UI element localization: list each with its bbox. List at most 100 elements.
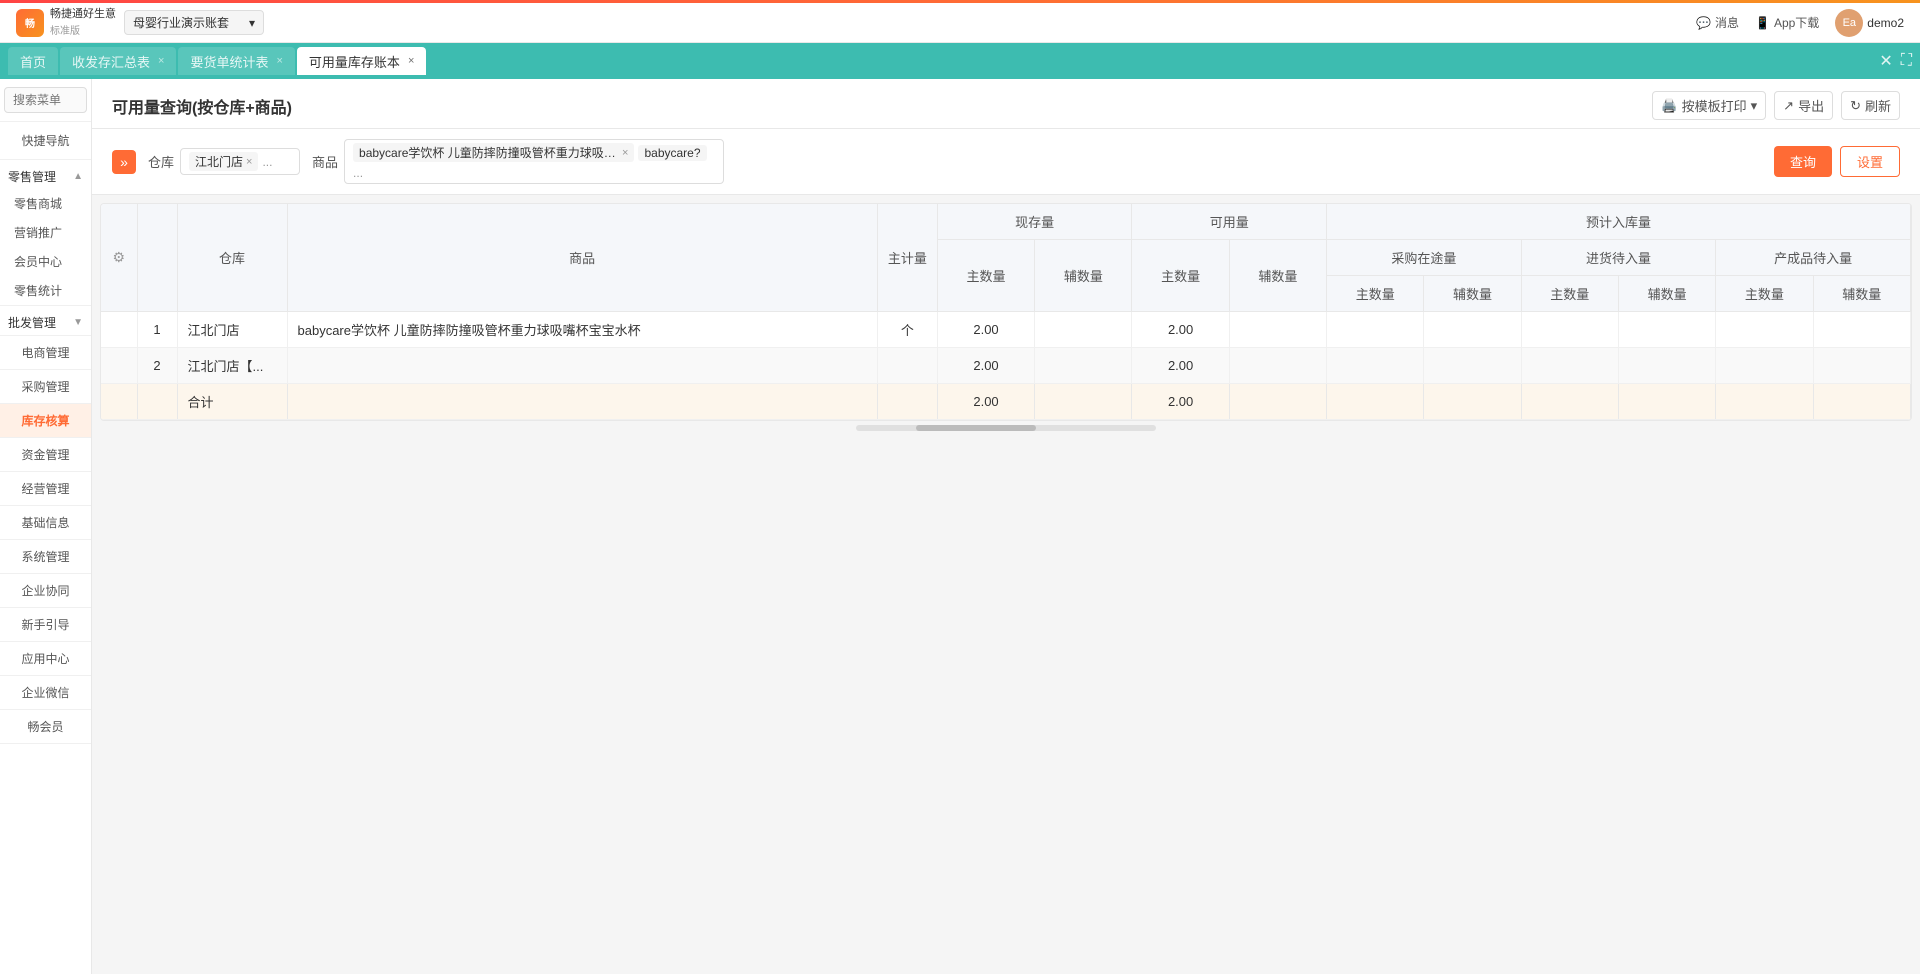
warehouse-tag-close[interactable]: × bbox=[246, 156, 252, 168]
cell-stock-main-1: 2.00 bbox=[937, 312, 1034, 348]
filter-expand-btn[interactable]: » bbox=[112, 150, 136, 174]
sidebar-item-operations[interactable]: 经营管理 bbox=[0, 472, 91, 506]
app-download-action[interactable]: 📱 App下载 bbox=[1755, 14, 1819, 31]
page-header: 可用量查询(按仓库+商品) 🖨️ 按模板打印 ▾ ↗ 导出 ↻ 刷新 bbox=[92, 79, 1920, 129]
footer-pt-main bbox=[1327, 384, 1424, 420]
logo-sub: 标准版 bbox=[50, 22, 116, 37]
user-name: demo2 bbox=[1867, 16, 1904, 30]
sidebar-item-retail-stats[interactable]: 零售统计 bbox=[0, 276, 91, 305]
sidebar-item-vip-member[interactable]: 畅会员 bbox=[0, 710, 91, 744]
footer-stock-main: 2.00 bbox=[937, 384, 1034, 420]
cell-avail-main-1: 2.00 bbox=[1132, 312, 1229, 348]
cell-prod-main-2 bbox=[1716, 348, 1813, 384]
cell-pp-aux-2 bbox=[1618, 348, 1715, 384]
column-settings-icon[interactable]: ⚙ bbox=[112, 249, 125, 265]
chevron-up-icon: ▲ bbox=[73, 171, 83, 182]
logo-text: 畅捷通好生意 bbox=[50, 8, 116, 21]
th-prod-aux: 辅数量 bbox=[1813, 276, 1910, 312]
footer-avail-main: 2.00 bbox=[1132, 384, 1229, 420]
cell-unit-1: 个 bbox=[877, 312, 937, 348]
warehouse-filter-group: 仓库 江北门店 × ... bbox=[148, 148, 300, 175]
message-action[interactable]: 💬 消息 bbox=[1696, 14, 1739, 31]
sidebar-item-system-mgmt[interactable]: 系统管理 bbox=[0, 540, 91, 574]
export-icon: ↗ bbox=[1783, 98, 1794, 114]
sidebar-item-purchase[interactable]: 采购管理 bbox=[0, 370, 91, 404]
cell-pp-main-2 bbox=[1521, 348, 1618, 384]
th-current-stock: 现存量 bbox=[937, 204, 1132, 240]
cell-warehouse-1: 江北门店 bbox=[177, 312, 287, 348]
expand-window-icon[interactable]: ⛶ bbox=[1901, 52, 1912, 70]
warehouse-input[interactable]: 江北门店 × ... bbox=[180, 148, 300, 175]
warehouse-dots[interactable]: ... bbox=[262, 155, 272, 169]
th-purchase-in-transit: 采购在途量 bbox=[1327, 240, 1522, 276]
sidebar-item-inventory-check[interactable]: 库存核算 bbox=[0, 404, 91, 438]
tab-receive-send[interactable]: 收发存汇总表 × bbox=[60, 47, 176, 75]
close-all-tabs-icon[interactable]: ✕ bbox=[1879, 51, 1892, 71]
tab-close-receive-send[interactable]: × bbox=[158, 55, 164, 67]
chevron-down-icon: ▾ bbox=[1751, 98, 1758, 114]
sidebar-section-header-retail[interactable]: 零售管理 ▲ bbox=[0, 160, 91, 189]
sidebar-item-finance[interactable]: 资金管理 bbox=[0, 438, 91, 472]
scroll-bar-track[interactable] bbox=[856, 425, 1156, 431]
footer-stock-aux bbox=[1035, 384, 1132, 420]
sidebar-item-quick-nav[interactable]: 快捷导航 bbox=[0, 126, 91, 155]
sidebar-section-header-wholesale[interactable]: 批发管理 ▼ bbox=[0, 306, 91, 335]
cell-settings-1 bbox=[101, 312, 137, 348]
tab-close-order-stats[interactable]: × bbox=[276, 55, 282, 67]
th-purchase-pending: 进货待入量 bbox=[1521, 240, 1716, 276]
cell-avail-main-2: 2.00 bbox=[1132, 348, 1229, 384]
product-tag-1: babycare学饮杯 儿童防摔防撞吸管杯重力球吸嘴杯宝宝水杯 × bbox=[353, 143, 634, 162]
industry-selector[interactable]: 母婴行业演示账套 ▾ bbox=[124, 10, 264, 35]
product-input[interactable]: babycare学饮杯 儿童防摔防撞吸管杯重力球吸嘴杯宝宝水杯 × babyca… bbox=[344, 139, 724, 184]
th-planned-inbound: 预计入库量 bbox=[1327, 204, 1911, 240]
footer-pt-aux bbox=[1424, 384, 1521, 420]
scroll-bar-thumb[interactable] bbox=[916, 425, 1036, 431]
sidebar-item-ecommerce[interactable]: 电商管理 bbox=[0, 336, 91, 370]
product-dots[interactable]: ... bbox=[353, 166, 363, 180]
sidebar-nav: 快捷导航 bbox=[0, 122, 91, 160]
tab-bar-actions: ✕ ⛶ bbox=[1879, 51, 1912, 71]
tab-order-stats[interactable]: 要货单统计表 × bbox=[178, 47, 294, 75]
sidebar-item-enterprise-collab[interactable]: 企业协同 bbox=[0, 574, 91, 608]
sidebar-item-member-center[interactable]: 会员中心 bbox=[0, 247, 91, 276]
footer-pp-main bbox=[1521, 384, 1618, 420]
query-button[interactable]: 查询 bbox=[1774, 146, 1832, 177]
tab-home[interactable]: 首页 bbox=[8, 47, 58, 75]
cell-product-1: babycare学饮杯 儿童防摔防撞吸管杯重力球吸嘴杯宝宝水杯 bbox=[287, 312, 877, 348]
export-btn[interactable]: ↗ 导出 bbox=[1774, 91, 1833, 120]
filter-actions: 查询 设置 bbox=[1774, 146, 1900, 177]
header-actions: 🖨️ 按模板打印 ▾ ↗ 导出 ↻ 刷新 bbox=[1652, 91, 1900, 120]
app-icon: 📱 bbox=[1755, 16, 1770, 30]
warehouse-tag: 江北门店 × bbox=[189, 152, 258, 171]
tab-close-available-stock[interactable]: × bbox=[408, 55, 414, 67]
th-pp-aux: 辅数量 bbox=[1618, 276, 1715, 312]
sidebar-section-retail: 零售管理 ▲ 零售商城 营销推广 会员中心 零售统计 bbox=[0, 160, 91, 306]
th-available-qty: 可用量 bbox=[1132, 204, 1327, 240]
th-main-unit: 主计量 bbox=[877, 204, 937, 312]
th-product: 商品 bbox=[287, 204, 877, 312]
tab-available-stock[interactable]: 可用量库存账本 × bbox=[297, 47, 426, 75]
sidebar-item-base-info[interactable]: 基础信息 bbox=[0, 506, 91, 540]
layout: 快捷导航 零售管理 ▲ 零售商城 营销推广 会员中心 零售统计 批发管理 ▼ 电… bbox=[0, 79, 1920, 974]
chevron-down-icon: ▼ bbox=[73, 317, 83, 328]
sidebar-item-marketing[interactable]: 营销推广 bbox=[0, 218, 91, 247]
th-pt-main: 主数量 bbox=[1327, 276, 1424, 312]
user-profile[interactable]: Ea demo2 bbox=[1835, 9, 1904, 37]
th-prod-main: 主数量 bbox=[1716, 276, 1813, 312]
sidebar-item-enterprise-wechat[interactable]: 企业微信 bbox=[0, 676, 91, 710]
refresh-btn[interactable]: ↻ 刷新 bbox=[1841, 91, 1900, 120]
page-title: 可用量查询(按仓库+商品) bbox=[112, 94, 292, 118]
settings-button[interactable]: 设置 bbox=[1840, 146, 1900, 177]
template-print-btn[interactable]: 🖨️ 按模板打印 ▾ bbox=[1652, 91, 1766, 120]
message-icon: 💬 bbox=[1696, 16, 1711, 30]
sidebar-item-new-guide[interactable]: 新手引导 bbox=[0, 608, 91, 642]
product-tag-1-close[interactable]: × bbox=[622, 147, 628, 159]
cell-pt-main-1 bbox=[1327, 312, 1424, 348]
cell-pt-aux-1 bbox=[1424, 312, 1521, 348]
table-row: 1 江北门店 babycare学饮杯 儿童防摔防撞吸管杯重力球吸嘴杯宝宝水杯 个… bbox=[101, 312, 1911, 348]
refresh-icon: ↻ bbox=[1850, 98, 1861, 114]
sidebar-item-app-center[interactable]: 应用中心 bbox=[0, 642, 91, 676]
sidebar-item-retail-mall[interactable]: 零售商城 bbox=[0, 189, 91, 218]
search-input[interactable] bbox=[4, 87, 87, 113]
product-tag-2: babycare? bbox=[638, 145, 706, 161]
